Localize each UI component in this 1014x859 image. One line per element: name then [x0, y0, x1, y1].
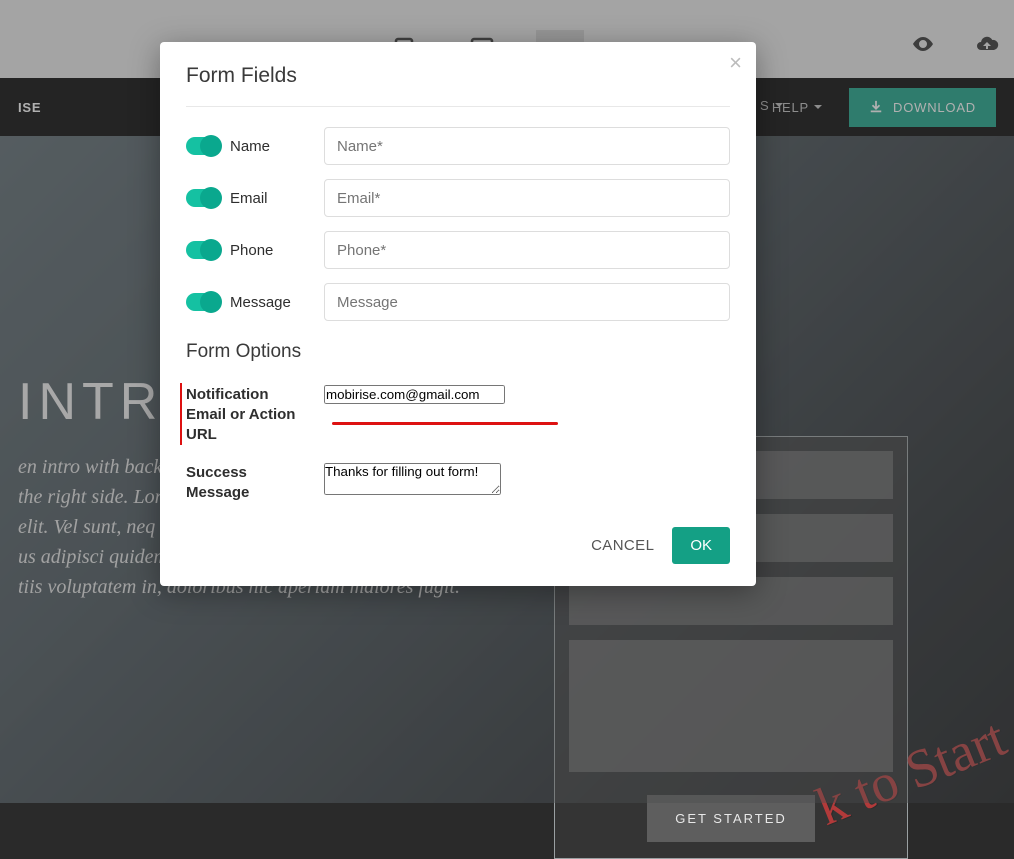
topbar-actions — [911, 32, 999, 61]
download-button[interactable]: DOWNLOAD — [849, 88, 996, 127]
field-label: Message — [230, 294, 291, 311]
success-row: Success Message Thanks for filling out f… — [186, 463, 730, 503]
download-label: DOWNLOAD — [893, 100, 976, 115]
success-message-input[interactable]: Thanks for filling out form! — [324, 463, 501, 495]
ok-button[interactable]: OK — [672, 527, 730, 564]
phone-placeholder-input[interactable] — [324, 231, 730, 269]
contact-message-field[interactable] — [569, 640, 893, 772]
name-placeholder-input[interactable] — [324, 127, 730, 165]
form-options-title: Form Options — [186, 341, 730, 363]
highlight-underline — [332, 422, 558, 425]
success-label: Success Message — [186, 463, 310, 503]
nav-dropdown-partial[interactable]: S — [760, 98, 784, 113]
brand-text: ISE — [18, 100, 41, 115]
cancel-button[interactable]: CANCEL — [591, 537, 654, 554]
close-icon[interactable]: × — [729, 50, 742, 76]
notification-label: Notification Email or Action URL — [186, 385, 310, 445]
notification-row: Notification Email or Action URL — [186, 385, 730, 445]
cloud-upload-icon[interactable] — [975, 32, 999, 61]
email-placeholder-input[interactable] — [324, 179, 730, 217]
get-started-button[interactable]: GET STARTED — [647, 795, 815, 842]
field-label: Name — [230, 138, 270, 155]
field-row-phone: Phone — [186, 231, 730, 269]
message-placeholder-input[interactable] — [324, 283, 730, 321]
field-row-email: Email — [186, 179, 730, 217]
eye-icon[interactable] — [911, 32, 935, 61]
toggle-email[interactable] — [186, 189, 220, 207]
field-label: Phone — [230, 242, 273, 259]
modal-title: Form Fields — [186, 64, 730, 107]
toggle-name[interactable] — [186, 137, 220, 155]
form-fields-modal: × Form Fields Name Email Phone Message F… — [160, 42, 756, 586]
toggle-phone[interactable] — [186, 241, 220, 259]
field-label: Email — [230, 190, 268, 207]
download-icon — [869, 100, 883, 114]
modal-footer: CANCEL OK — [186, 521, 730, 564]
notification-email-input[interactable] — [324, 385, 505, 404]
highlight-bar — [180, 383, 182, 445]
field-row-name: Name — [186, 127, 730, 165]
toggle-message[interactable] — [186, 293, 220, 311]
field-row-message: Message — [186, 283, 730, 321]
